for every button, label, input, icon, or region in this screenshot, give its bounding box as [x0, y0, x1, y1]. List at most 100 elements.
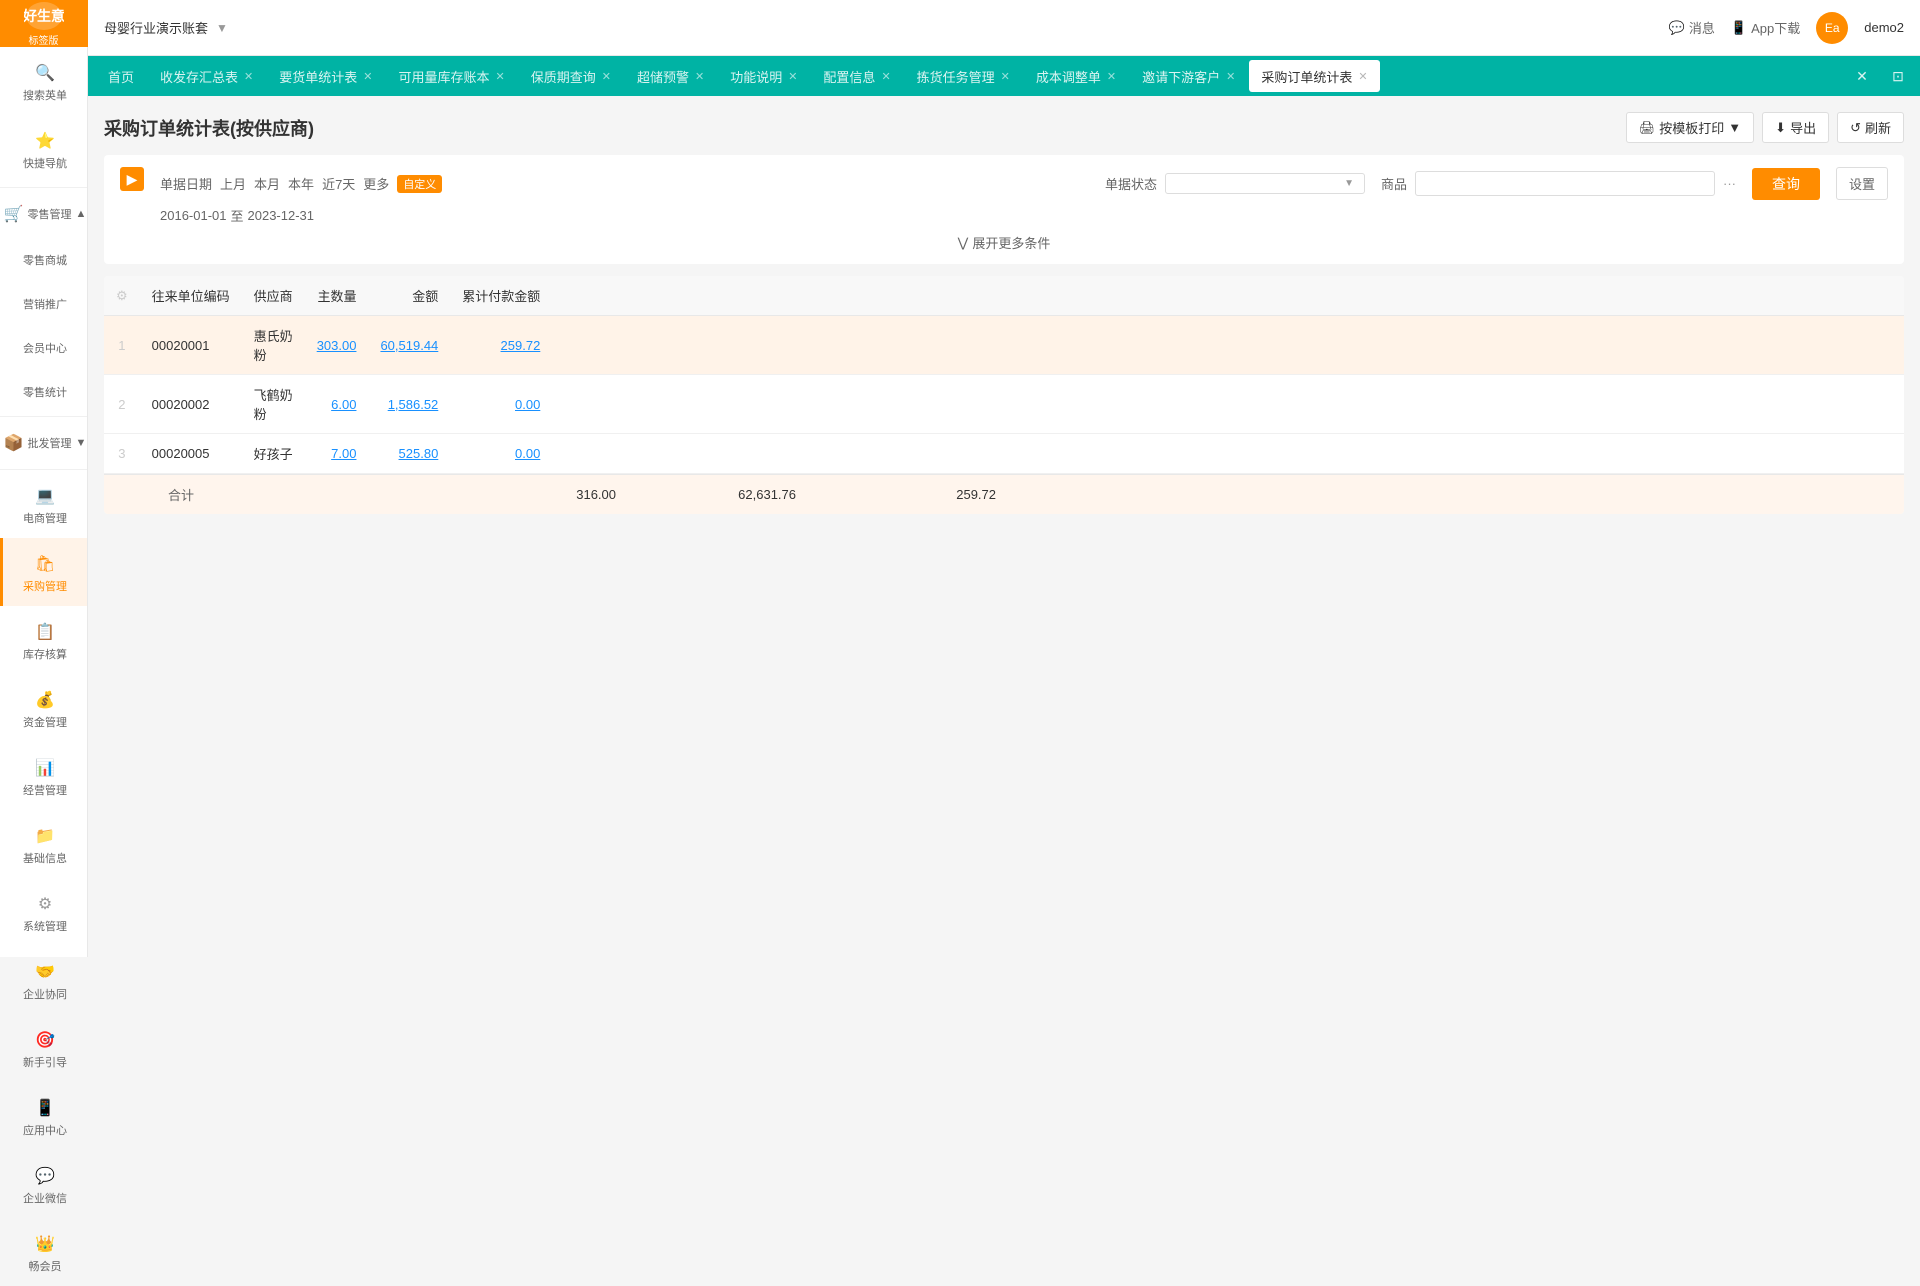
sidebar-item-app-center[interactable]: 📱 应用中心: [0, 1082, 87, 1150]
row-code-3: 00020005: [140, 434, 242, 474]
shortcut-this-month[interactable]: 本月: [254, 174, 280, 193]
tab-receive-summary[interactable]: 收发存汇总表 ✕: [148, 60, 265, 92]
sidebar-item-ecommerce[interactable]: 💻 电商管理: [0, 470, 87, 538]
tab-label: 收发存汇总表: [160, 67, 238, 86]
user-avatar[interactable]: Ea: [1816, 12, 1848, 44]
goods-search-more[interactable]: ···: [1723, 176, 1736, 191]
expand-label: 展开更多条件: [972, 233, 1050, 252]
page-header: 采购订单统计表(按供应商) 🖨 按模板打印 ▼ ⬇ 导出 ↺ 刷新: [104, 112, 1904, 143]
app-download-button[interactable]: 📱 App下载: [1731, 18, 1800, 37]
tab-close-icon[interactable]: ✕: [1226, 70, 1235, 83]
sidebar-item-member[interactable]: 会员中心: [0, 324, 87, 368]
row-paid-1[interactable]: 259.72: [450, 316, 552, 375]
tab-maximize-button[interactable]: ⊡: [1884, 62, 1912, 90]
tab-overstock-warning[interactable]: 超储预警 ✕: [625, 60, 716, 92]
goods-search-input[interactable]: [1415, 171, 1715, 196]
sidebar-logo: 好生意 标签版: [0, 0, 88, 47]
sidebar-item-search[interactable]: 🔍 搜索英单: [0, 47, 87, 115]
row-qty-2[interactable]: 6.00: [305, 375, 369, 434]
tab-available-stock[interactable]: 可用量库存账本 ✕: [386, 60, 516, 92]
col-header-supplier: 供应商: [242, 276, 305, 316]
row-paid-3[interactable]: 0.00: [450, 434, 552, 474]
tab-close-all-button[interactable]: ✕: [1848, 62, 1876, 90]
refresh-button[interactable]: ↺ 刷新: [1837, 112, 1904, 143]
sidebar-item-system[interactable]: ⚙ 系统管理: [0, 878, 87, 946]
sidebar-item-retail[interactable]: 🛒 零售管理 ▲: [0, 188, 87, 236]
row-num-3: 3: [104, 434, 140, 474]
date-filter-label: 单据日期: [160, 174, 212, 193]
shortcut-more[interactable]: 更多: [363, 174, 389, 193]
tab-close-icon[interactable]: ✕: [695, 70, 704, 83]
sidebar-item-retail-shop[interactable]: 零售商城: [0, 236, 87, 280]
filter-toggle-button[interactable]: ▶: [120, 167, 144, 191]
row-qty-1[interactable]: 303.00: [305, 316, 369, 375]
tab-close-icon[interactable]: ✕: [602, 70, 611, 83]
col-header-extra: [552, 276, 1904, 316]
sidebar-item-label: 企业微信: [23, 1190, 67, 1206]
tab-label: 邀请下游客户: [1142, 67, 1220, 86]
sidebar-item-shortcut[interactable]: ⭐ 快捷导航: [0, 115, 87, 183]
sidebar-item-inventory[interactable]: 📋 库存核算: [0, 606, 87, 674]
sidebar-item-basic-info[interactable]: 📁 基础信息: [0, 810, 87, 878]
page-title: 采购订单统计表(按供应商): [104, 115, 314, 141]
row-paid-2[interactable]: 0.00: [450, 375, 552, 434]
shortcut-7days[interactable]: 近7天: [322, 174, 355, 193]
sidebar-item-wholesale[interactable]: 📦 批发管理 ▼: [0, 417, 87, 465]
table-gear-header[interactable]: ⚙: [104, 276, 140, 316]
tab-close-icon[interactable]: ✕: [496, 70, 505, 83]
page-header-actions: 🖨 按模板打印 ▼ ⬇ 导出 ↺ 刷新: [1626, 112, 1904, 143]
tab-function-desc[interactable]: 功能说明 ✕: [718, 60, 809, 92]
query-button[interactable]: 查询: [1752, 168, 1820, 200]
workspace-selector[interactable]: 母婴行业演示账套 ▼: [104, 18, 1669, 37]
message-button[interactable]: 💬 消息: [1669, 18, 1715, 37]
settings-button[interactable]: 设置: [1836, 167, 1888, 200]
sidebar-item-marketing[interactable]: 营销推广: [0, 280, 87, 324]
tab-close-icon[interactable]: ✕: [1107, 70, 1116, 83]
row-qty-3[interactable]: 7.00: [305, 434, 369, 474]
sidebar-item-enterprise[interactable]: 🤝 企业协同: [0, 946, 87, 1014]
shortcut-last-month[interactable]: 上月: [220, 174, 246, 193]
sidebar-item-label: 企业协同: [23, 986, 67, 1002]
crown-icon: 👑: [35, 1234, 55, 1254]
sidebar-item-operations[interactable]: 📊 经营管理: [0, 742, 87, 810]
footer-values: 316.00 62,631.76 259.72: [516, 487, 1892, 502]
print-button[interactable]: 🖨 按模板打印 ▼: [1626, 112, 1754, 143]
tab-close-icon[interactable]: ✕: [363, 70, 372, 83]
tab-pick-task[interactable]: 拣货任务管理 ✕: [905, 60, 1022, 92]
tab-close-icon[interactable]: ✕: [881, 70, 890, 83]
sidebar-item-new-guide[interactable]: 🎯 新手引导: [0, 1014, 87, 1082]
filter-expand: ⋁ 展开更多条件: [120, 233, 1888, 252]
sidebar-item-finance[interactable]: 💰 资金管理: [0, 674, 87, 742]
tab-cost-adjust[interactable]: 成本调整单 ✕: [1024, 60, 1128, 92]
table-footer: 合计 316.00 62,631.76 259.72: [104, 474, 1904, 514]
tab-close-icon[interactable]: ✕: [788, 70, 797, 83]
tab-label: 拣货任务管理: [917, 67, 995, 86]
row-amount-3[interactable]: 525.80: [368, 434, 450, 474]
tab-expiry-query[interactable]: 保质期查询 ✕: [519, 60, 623, 92]
footer-amount: 62,631.76: [676, 487, 796, 502]
row-extra-3: [552, 434, 1904, 474]
tab-home[interactable]: 首页: [96, 60, 146, 92]
row-amount-2[interactable]: 1,586.52: [368, 375, 450, 434]
topbar-actions: 💬 消息 📱 App下载 Ea demo2: [1669, 12, 1904, 44]
sidebar-item-purchase[interactable]: 🛍 采购管理: [0, 538, 87, 606]
status-select-arrow: ▼: [1344, 178, 1354, 189]
tab-config-info[interactable]: 配置信息 ✕: [811, 60, 902, 92]
status-select[interactable]: ▼: [1165, 173, 1365, 194]
tab-goods-stats[interactable]: 要货单统计表 ✕: [267, 60, 384, 92]
sidebar-item-label: 资金管理: [23, 714, 67, 730]
tab-close-icon[interactable]: ✕: [244, 70, 253, 83]
sidebar-item-label: 基础信息: [23, 850, 67, 866]
tab-invite-downstream[interactable]: 邀请下游客户 ✕: [1130, 60, 1247, 92]
expand-button[interactable]: ⋁ 展开更多条件: [958, 233, 1051, 252]
sidebar-item-label: 电商管理: [23, 510, 67, 526]
shortcut-this-year[interactable]: 本年: [288, 174, 314, 193]
sidebar-item-vip[interactable]: 👑 畅会员: [0, 1218, 87, 1286]
sidebar-item-retail-stats[interactable]: 零售统计: [0, 368, 87, 412]
tab-close-icon[interactable]: ✕: [1358, 70, 1367, 83]
sidebar-item-wechat[interactable]: 💬 企业微信: [0, 1150, 87, 1218]
tab-close-icon[interactable]: ✕: [1001, 70, 1010, 83]
export-button[interactable]: ⬇ 导出: [1762, 112, 1829, 143]
tab-purchase-stats[interactable]: 采购订单统计表 ✕: [1249, 60, 1379, 92]
row-amount-1[interactable]: 60,519.44: [368, 316, 450, 375]
